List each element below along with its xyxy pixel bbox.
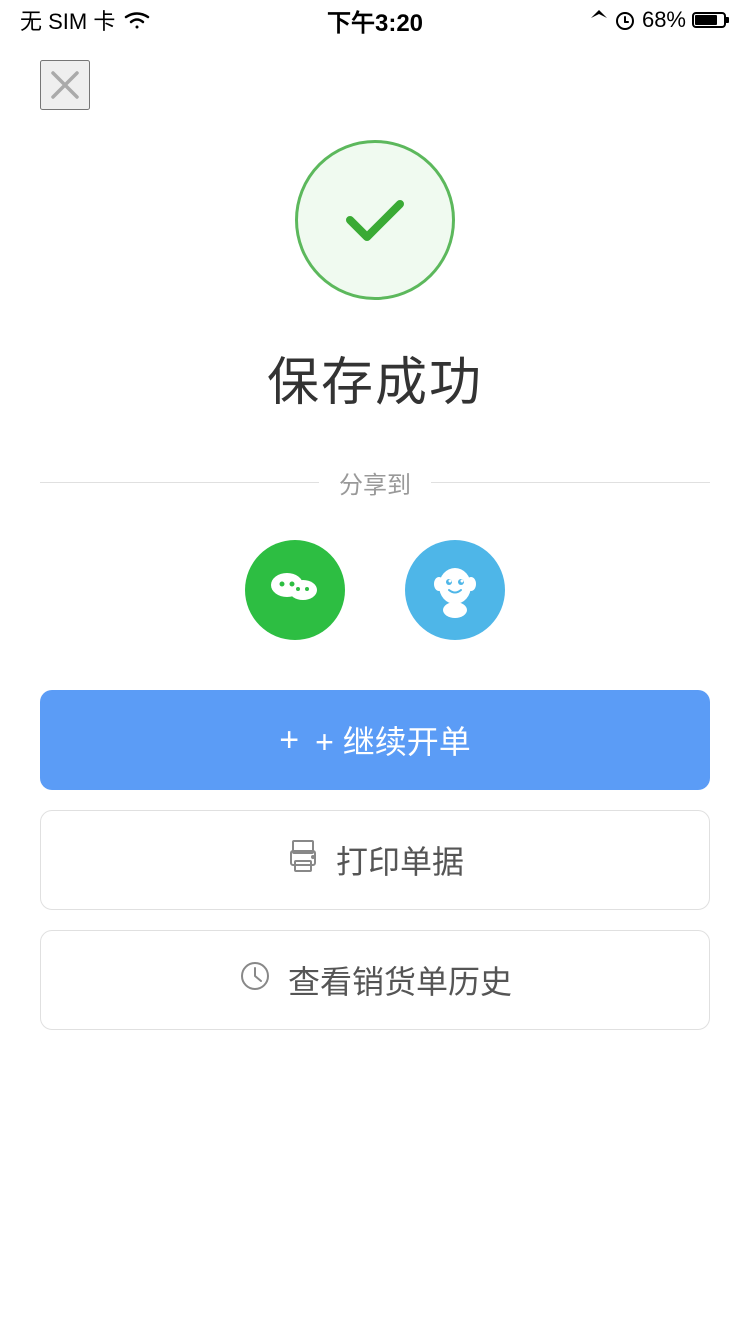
share-icons (40, 540, 710, 640)
action-buttons: + + 继续开单 打印单据 查看销货单历 (40, 690, 710, 1030)
share-divider: 分享到 (40, 465, 710, 500)
continue-button[interactable]: + + 继续开单 (40, 690, 710, 790)
history-button[interactable]: 查看销货单历史 (40, 930, 710, 1030)
continue-label: + 继续开单 (315, 717, 471, 763)
alarm-icon (614, 9, 636, 31)
no-sim-text: 无 SIM 卡 (20, 4, 115, 36)
checkmark-icon (335, 180, 415, 260)
battery-percent: 68% (642, 7, 686, 33)
close-icon (49, 69, 81, 101)
battery-icon (692, 10, 730, 30)
wifi-icon (123, 9, 151, 31)
status-time: 下午3:20 (327, 3, 423, 38)
wechat-icon (265, 565, 325, 615)
close-button[interactable] (40, 60, 90, 110)
qq-icon (427, 560, 483, 620)
history-icon (238, 959, 272, 1001)
plus-icon: + (279, 721, 299, 760)
print-button[interactable]: 打印单据 (40, 810, 710, 910)
print-label: 打印单据 (336, 837, 464, 883)
share-section: 分享到 (40, 465, 710, 640)
status-bar: 无 SIM 卡 下午3:20 68% (0, 0, 750, 40)
main-content: 保存成功 分享到 (0, 40, 750, 1334)
wechat-share-button[interactable] (245, 540, 345, 640)
qq-share-button[interactable] (405, 540, 505, 640)
printer-icon (286, 839, 320, 881)
share-label: 分享到 (339, 465, 411, 500)
success-circle (295, 140, 455, 300)
history-label: 查看销货单历史 (288, 957, 512, 1003)
location-icon (590, 9, 608, 31)
status-left: 无 SIM 卡 (20, 4, 151, 36)
success-title: 保存成功 (267, 340, 483, 415)
status-right: 68% (590, 7, 730, 33)
